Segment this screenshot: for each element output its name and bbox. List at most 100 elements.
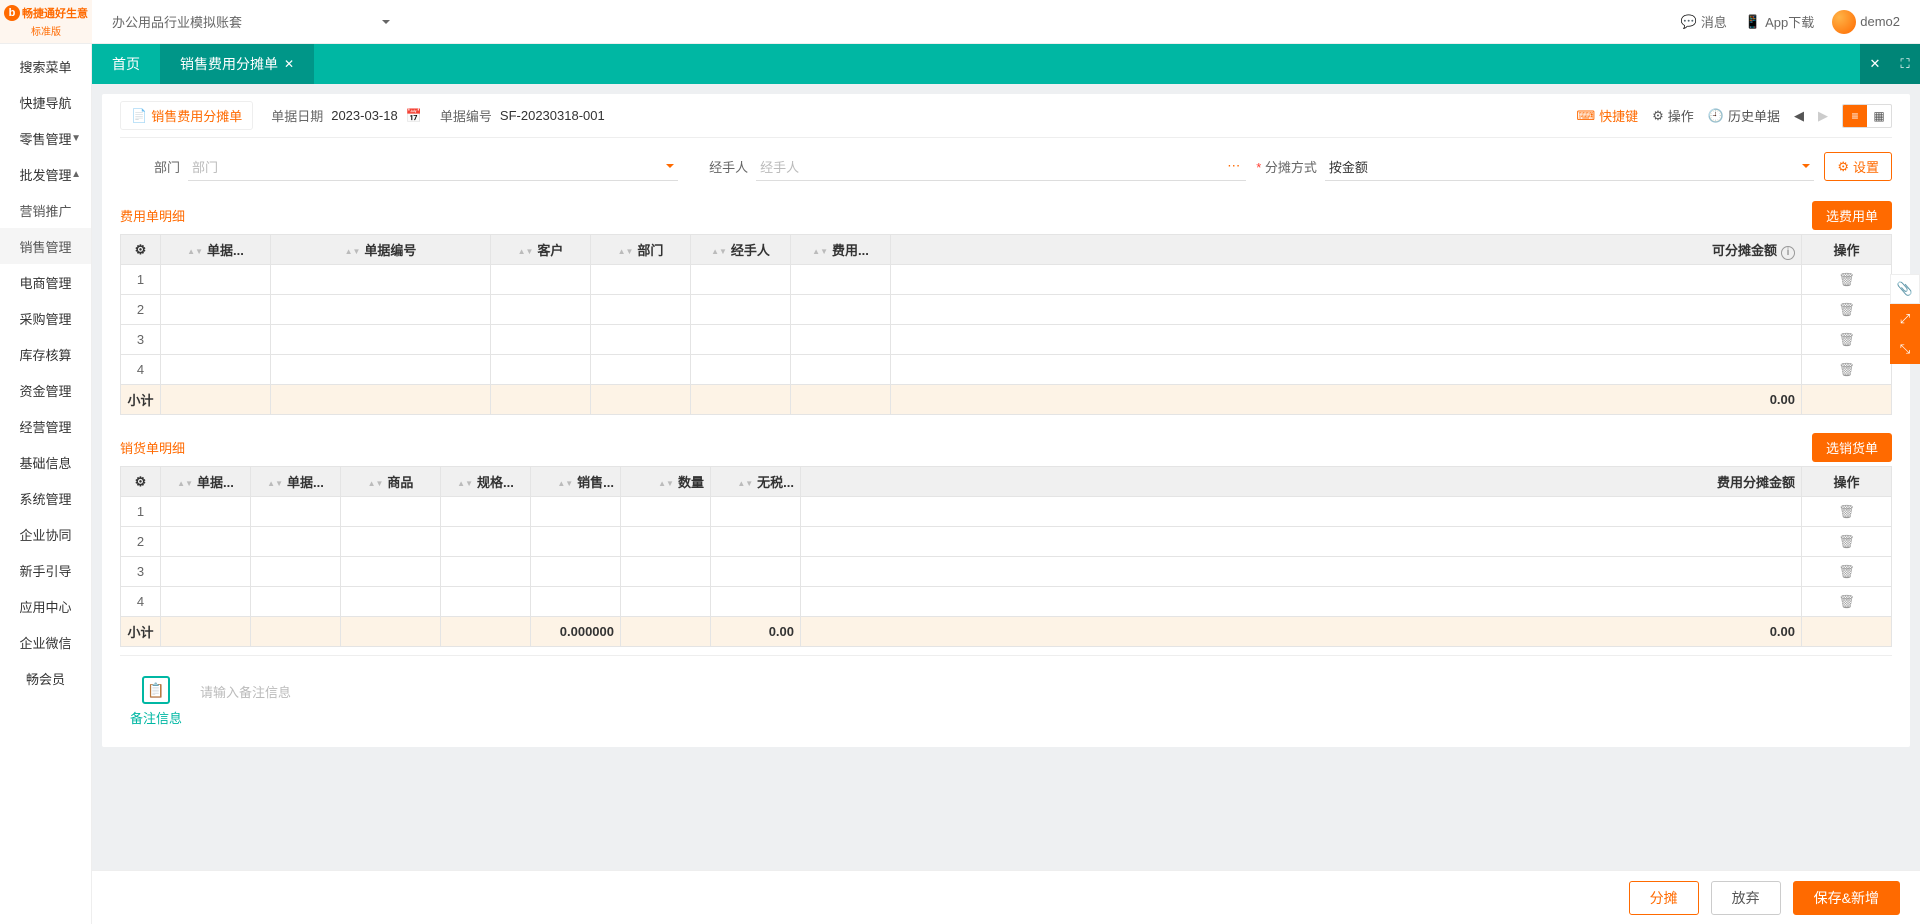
- sidebar-system[interactable]: 系统管理: [0, 480, 91, 516]
- prev-doc-button[interactable]: ◀: [1794, 108, 1804, 124]
- delete-icon[interactable]: 🗑: [1838, 594, 1855, 609]
- save-new-button[interactable]: 保存&新增: [1793, 881, 1900, 915]
- col-spec[interactable]: ▲▼规格...: [441, 467, 531, 497]
- allocate-button[interactable]: 分摊: [1629, 881, 1699, 915]
- col-allocatable[interactable]: 可分摊金额i: [891, 235, 1802, 265]
- col-settings[interactable]: ⚙: [121, 467, 161, 497]
- table-row[interactable]: 2🗑: [121, 295, 1892, 325]
- calendar-icon[interactable]: 📅: [406, 108, 422, 124]
- fullscreen-button[interactable]: ⛶: [1890, 44, 1920, 84]
- sidebar-wholesale[interactable]: 批发管理▲: [0, 156, 91, 192]
- handler-select[interactable]: 经手人⋯: [756, 153, 1246, 181]
- expand-button[interactable]: ⤢: [1890, 304, 1920, 334]
- sidebar-sales[interactable]: 销售管理: [0, 228, 91, 264]
- sidebar-search[interactable]: 搜索菜单: [0, 48, 91, 84]
- avatar: [1832, 10, 1856, 34]
- view-grid-button[interactable]: ▦: [1867, 105, 1891, 127]
- shortcut-button[interactable]: ⌨快捷键: [1576, 106, 1638, 125]
- table-row[interactable]: 3🗑: [121, 557, 1892, 587]
- col-date[interactable]: ▲▼单据...: [161, 467, 251, 497]
- sidebar-quicknav[interactable]: 快捷导航: [0, 84, 91, 120]
- sort-icon: ▲▼: [267, 481, 283, 487]
- tab-close-button[interactable]: ✕: [1860, 44, 1890, 84]
- discard-button[interactable]: 放弃: [1711, 881, 1781, 915]
- col-date[interactable]: ▲▼单据...: [161, 235, 271, 265]
- delete-icon[interactable]: 🗑: [1838, 362, 1855, 377]
- table-row[interactable]: 4🗑: [121, 587, 1892, 617]
- delete-icon[interactable]: 🗑: [1838, 302, 1855, 317]
- sidebar-purchase[interactable]: 采购管理: [0, 300, 91, 336]
- sidebar-collab[interactable]: 企业协同: [0, 516, 91, 552]
- sidebar-basic[interactable]: 基础信息: [0, 444, 91, 480]
- col-customer[interactable]: ▲▼客户: [491, 235, 591, 265]
- operate-button[interactable]: ⚙操作: [1652, 106, 1694, 125]
- sidebar-operation[interactable]: 经营管理: [0, 408, 91, 444]
- close-icon[interactable]: ✕: [284, 57, 294, 71]
- history-icon: 🕘: [1708, 108, 1724, 124]
- col-alloc[interactable]: 费用分摊金额: [801, 467, 1802, 497]
- table-row[interactable]: 2🗑: [121, 527, 1892, 557]
- delete-icon[interactable]: 🗑: [1838, 272, 1855, 287]
- col-qty[interactable]: ▲▼数量: [621, 467, 711, 497]
- col-code[interactable]: ▲▼单据编号: [271, 235, 491, 265]
- topbar: b畅捷通好生意 标准版 办公用品行业模拟账套 💬消息 📱App下载 demo2: [0, 0, 1920, 44]
- document-icon: 📄: [131, 108, 147, 124]
- sidebar-inventory[interactable]: 库存核算: [0, 336, 91, 372]
- date-value[interactable]: 2023-03-18: [331, 108, 398, 123]
- tab-home[interactable]: 首页: [92, 44, 160, 84]
- logo-block: b畅捷通好生意 标准版: [0, 0, 92, 43]
- caret-up-icon: ▲: [71, 169, 81, 180]
- sales-table: ⚙ ▲▼单据... ▲▼单据... ▲▼商品 ▲▼规格... ▲▼销售... ▲…: [120, 466, 1892, 647]
- subtotal-alloc: 0.00: [801, 617, 1802, 647]
- table-row[interactable]: 3🗑: [121, 325, 1892, 355]
- col-notax[interactable]: ▲▼无税...: [711, 467, 801, 497]
- sidebar-marketing[interactable]: 营销推广: [0, 192, 91, 228]
- col-code[interactable]: ▲▼单据...: [251, 467, 341, 497]
- table-row[interactable]: 1🗑: [121, 497, 1892, 527]
- col-saleqty[interactable]: ▲▼销售...: [531, 467, 621, 497]
- method-label: 分摊方式: [1256, 157, 1317, 176]
- table-row[interactable]: 4🗑: [121, 355, 1892, 385]
- delete-icon[interactable]: 🗑: [1838, 504, 1855, 519]
- sidebar-retail[interactable]: 零售管理▼: [0, 120, 91, 156]
- col-type[interactable]: ▲▼费用...: [791, 235, 891, 265]
- handler-label: 经手人: [688, 157, 748, 176]
- attachment-button[interactable]: 📎: [1890, 274, 1920, 304]
- settings-button[interactable]: ⚙设置: [1824, 152, 1892, 181]
- view-list-button[interactable]: ≡: [1843, 105, 1867, 127]
- next-doc-button[interactable]: ▶: [1818, 108, 1828, 124]
- col-settings[interactable]: ⚙: [121, 235, 161, 265]
- chevron-down-icon: [1802, 159, 1810, 173]
- delete-icon[interactable]: 🗑: [1838, 332, 1855, 347]
- delete-icon[interactable]: 🗑: [1838, 534, 1855, 549]
- delete-icon[interactable]: 🗑: [1838, 564, 1855, 579]
- messages-button[interactable]: 💬消息: [1681, 12, 1727, 31]
- method-select[interactable]: 按金额: [1325, 153, 1814, 181]
- sidebar-wecom[interactable]: 企业微信: [0, 624, 91, 660]
- history-button[interactable]: 🕘历史单据: [1708, 106, 1780, 125]
- tab-current[interactable]: 销售费用分摊单 ✕: [160, 44, 314, 84]
- col-dept[interactable]: ▲▼部门: [591, 235, 691, 265]
- expense-section-title: 费用单明细: [120, 202, 185, 229]
- sort-icon: ▲▼: [711, 249, 727, 255]
- sidebar-ecommerce[interactable]: 电商管理: [0, 264, 91, 300]
- dept-select[interactable]: 部门: [188, 153, 678, 181]
- user-menu[interactable]: demo2: [1832, 10, 1900, 34]
- sidebar-appcenter[interactable]: 应用中心: [0, 588, 91, 624]
- account-select[interactable]: 办公用品行业模拟账套: [112, 12, 390, 31]
- sidebar: 搜索菜单 快捷导航 零售管理▼ 批发管理▲ 营销推广 销售管理 电商管理 采购管…: [0, 44, 92, 924]
- sidebar-guide[interactable]: 新手引导: [0, 552, 91, 588]
- select-sales-button[interactable]: 选销货单: [1812, 433, 1892, 462]
- sidebar-finance[interactable]: 资金管理: [0, 372, 91, 408]
- sidebar-member[interactable]: 畅会员: [0, 660, 91, 696]
- sort-icon: ▲▼: [187, 249, 203, 255]
- select-expense-button[interactable]: 选费用单: [1812, 201, 1892, 230]
- logo-icon: b: [4, 5, 20, 21]
- col-handler[interactable]: ▲▼经手人: [691, 235, 791, 265]
- app-download-button[interactable]: 📱App下载: [1745, 12, 1814, 31]
- remark-input[interactable]: 请输入备注信息: [200, 676, 1892, 701]
- col-product[interactable]: ▲▼商品: [341, 467, 441, 497]
- subtotal-value: 0.00: [891, 385, 1802, 415]
- table-row[interactable]: 1🗑: [121, 265, 1892, 295]
- expand2-button[interactable]: ⤡: [1890, 334, 1920, 364]
